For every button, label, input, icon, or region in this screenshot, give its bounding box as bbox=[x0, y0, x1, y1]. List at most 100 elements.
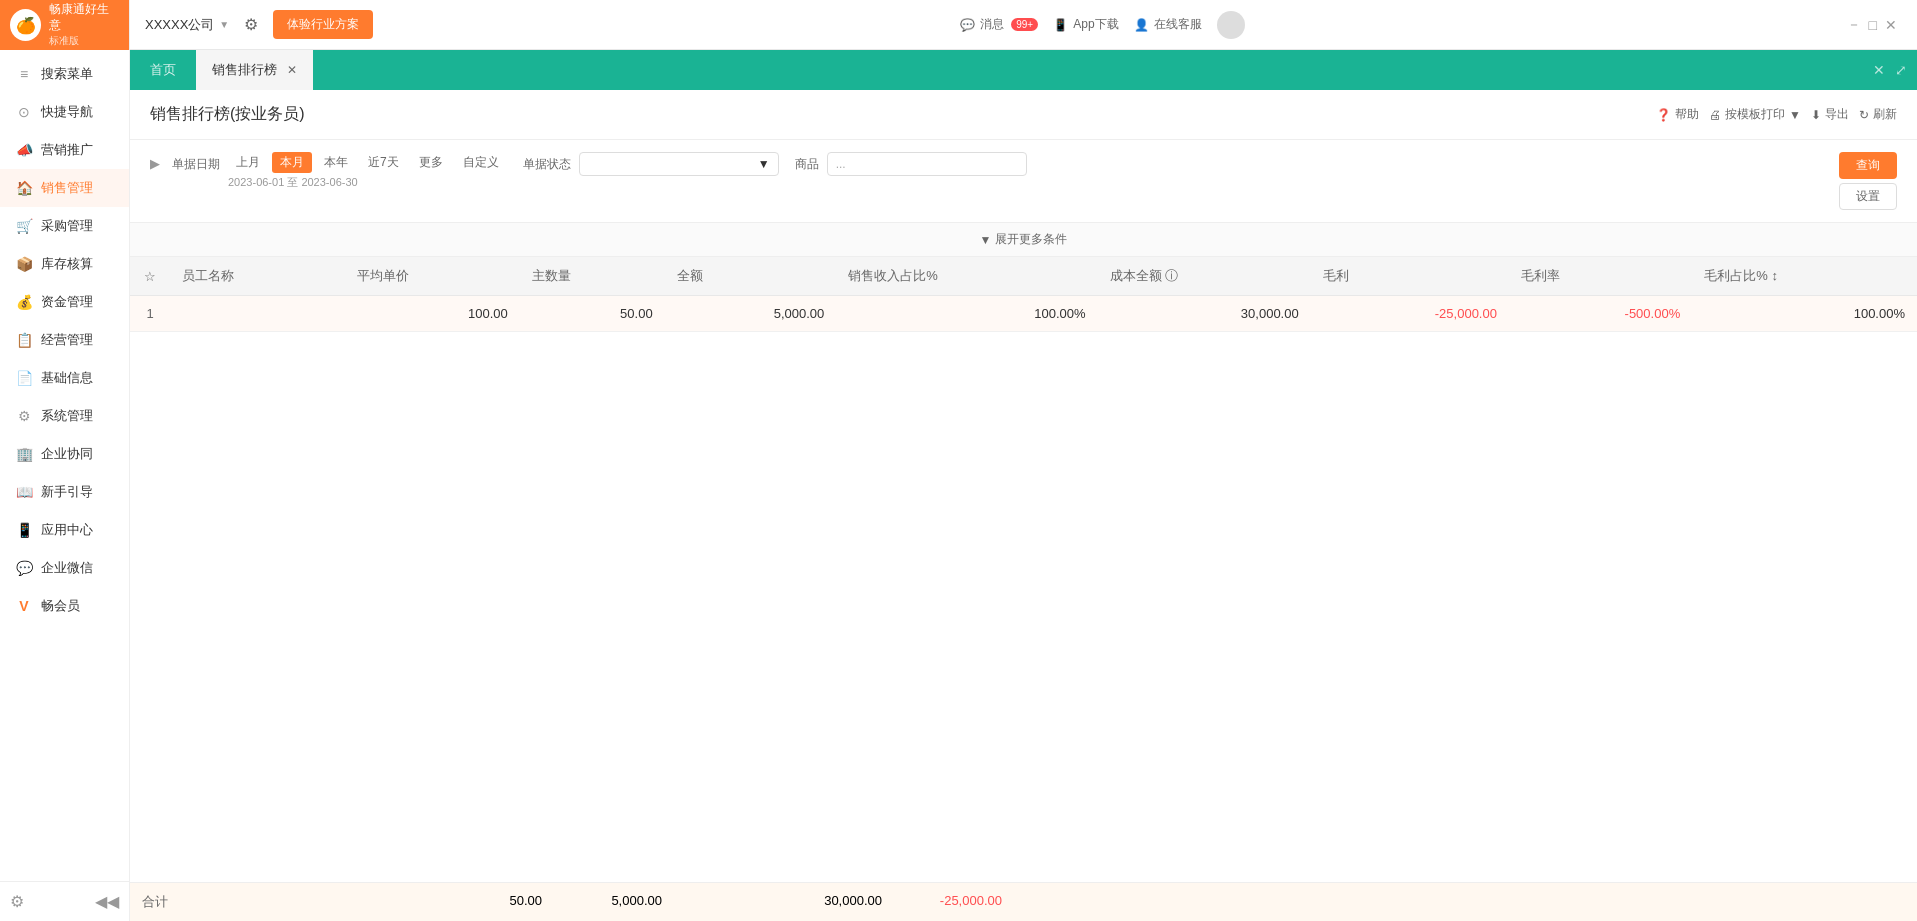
sales-icon: 🏠 bbox=[15, 180, 33, 196]
collapse-icon[interactable]: ◀◀ bbox=[95, 892, 119, 911]
sidebar-item-purchase[interactable]: 🛒 采购管理 bbox=[0, 207, 129, 245]
sidebar-label-finance: 资金管理 bbox=[41, 293, 93, 311]
tab-sales-rank[interactable]: 销售排行榜 ✕ bbox=[196, 50, 313, 90]
app-download-btn[interactable]: 📱 App下载 bbox=[1053, 16, 1118, 33]
tab-close-window-icon[interactable]: ✕ bbox=[1873, 62, 1885, 78]
sidebar-label-app-center: 应用中心 bbox=[41, 521, 93, 539]
table-row: 1 100.00 50.00 5,000.00 100.00% 30,000.0… bbox=[130, 296, 1917, 332]
maximize-icon[interactable]: □ bbox=[1869, 17, 1877, 33]
summary-avg-spacer bbox=[342, 893, 422, 911]
print-chevron-icon: ▼ bbox=[1789, 108, 1801, 122]
date-tab-this-month[interactable]: 本月 bbox=[272, 152, 312, 173]
sidebar-label-quick-nav: 快捷导航 bbox=[41, 103, 93, 121]
summary-cost-amount: 30,000.00 bbox=[782, 893, 882, 911]
app-center-icon: 📱 bbox=[15, 522, 33, 538]
tab-home[interactable]: 首页 bbox=[130, 50, 196, 90]
col-rank: ☆ bbox=[130, 257, 170, 296]
sidebar-item-member[interactable]: V 畅会员 bbox=[0, 587, 129, 625]
sidebar-item-basic-info[interactable]: 📄 基础信息 bbox=[0, 359, 129, 397]
sidebar-item-enterprise[interactable]: 🏢 企业协同 bbox=[0, 435, 129, 473]
status-select[interactable]: ▼ bbox=[579, 152, 779, 176]
date-tab-custom[interactable]: 自定义 bbox=[455, 152, 507, 173]
refresh-button[interactable]: ↻ 刷新 bbox=[1859, 106, 1897, 123]
sidebar-item-quick-nav[interactable]: ⊙ 快捷导航 bbox=[0, 93, 129, 131]
export-button[interactable]: ⬇ 导出 bbox=[1811, 106, 1849, 123]
search-menu-icon: ≡ bbox=[15, 66, 33, 82]
settings-bottom-icon[interactable]: ⚙ bbox=[10, 892, 24, 911]
cell-gross-profit: -25,000.00 bbox=[1311, 296, 1509, 332]
print-icon: 🖨 bbox=[1709, 108, 1721, 122]
date-tab-this-year[interactable]: 本年 bbox=[316, 152, 356, 173]
sidebar-label-guide: 新手引导 bbox=[41, 483, 93, 501]
service-label: 在线客服 bbox=[1154, 16, 1202, 33]
query-action-group: 查询 设置 bbox=[1839, 152, 1897, 210]
expand-chevron-icon: ▼ bbox=[980, 233, 992, 247]
sidebar-label-enterprise: 企业协同 bbox=[41, 445, 93, 463]
sidebar-item-search[interactable]: ≡ 搜索菜单 bbox=[0, 55, 129, 93]
template-print-button[interactable]: 🖨 按模板打印 ▼ bbox=[1709, 106, 1801, 123]
company-selector[interactable]: XXXXX公司 ▼ bbox=[145, 16, 229, 34]
cell-main-qty: 50.00 bbox=[520, 296, 665, 332]
status-chevron-icon: ▼ bbox=[758, 157, 770, 171]
sidebar-label-weixin: 企业微信 bbox=[41, 559, 93, 577]
topbar-gear-icon[interactable]: ⚙ bbox=[244, 15, 258, 34]
app-download-icon: 📱 bbox=[1053, 18, 1068, 32]
sidebar: 🍊 畅康通好生意 标准版 ≡ 搜索菜单 ⊙ 快捷导航 📣 营销推广 🏠 销售管理… bbox=[0, 0, 130, 921]
inventory-icon: 📦 bbox=[15, 256, 33, 272]
expand-conditions-button[interactable]: ▼ 展开更多条件 bbox=[980, 231, 1068, 248]
date-filter-label: 单据日期 bbox=[172, 156, 220, 173]
sidebar-item-marketing[interactable]: 📣 营销推广 bbox=[0, 131, 129, 169]
trial-button[interactable]: 体验行业方案 bbox=[273, 10, 373, 39]
app-download-label: App下载 bbox=[1073, 16, 1118, 33]
system-icon: ⚙ bbox=[15, 408, 33, 424]
table-header-row: ☆ 员工名称 平均单价 主数量 全额 销售收入占比% 成本全额 ⓘ 毛利 毛利率… bbox=[130, 257, 1917, 296]
summary-amount: 5,000.00 bbox=[562, 893, 662, 911]
date-tab-more[interactable]: 更多 bbox=[411, 152, 451, 173]
query-button[interactable]: 查询 bbox=[1839, 152, 1897, 179]
table-scroll[interactable]: ☆ 员工名称 平均单价 主数量 全额 销售收入占比% 成本全额 ⓘ 毛利 毛利率… bbox=[130, 257, 1917, 882]
settings-button[interactable]: 设置 bbox=[1839, 183, 1897, 210]
minimize-icon[interactable]: － bbox=[1847, 16, 1861, 34]
date-tab-last-month[interactable]: 上月 bbox=[228, 152, 268, 173]
filter-arrow-icon[interactable]: ▶ bbox=[150, 156, 160, 171]
online-service-btn[interactable]: 👤 在线客服 bbox=[1134, 16, 1202, 33]
logo-area: 🍊 畅康通好生意 标准版 bbox=[0, 0, 129, 50]
goods-input[interactable]: ... bbox=[827, 152, 1027, 176]
status-filter-label: 单据状态 bbox=[523, 156, 571, 173]
sidebar-label-system: 系统管理 bbox=[41, 407, 93, 425]
summary-name-spacer bbox=[222, 893, 322, 911]
tab-close-icon[interactable]: ✕ bbox=[287, 63, 297, 77]
service-icon: 👤 bbox=[1134, 18, 1149, 32]
table-container: ☆ 员工名称 平均单价 主数量 全额 销售收入占比% 成本全额 ⓘ 毛利 毛利率… bbox=[130, 257, 1917, 921]
tab-restore-icon[interactable]: ⤢ bbox=[1895, 62, 1907, 78]
sidebar-label-member: 畅会员 bbox=[41, 597, 80, 615]
company-chevron-icon: ▼ bbox=[219, 19, 229, 30]
sidebar-item-operations[interactable]: 📋 经营管理 bbox=[0, 321, 129, 359]
sidebar-item-finance[interactable]: 💰 资金管理 bbox=[0, 283, 129, 321]
summary-pct-spacer bbox=[682, 893, 762, 911]
tabbar: 首页 销售排行榜 ✕ ✕ ⤢ bbox=[130, 50, 1917, 90]
logo-icon: 🍊 bbox=[10, 9, 41, 41]
sidebar-item-sales[interactable]: 🏠 销售管理 bbox=[0, 169, 129, 207]
col-main-qty: 主数量 bbox=[520, 257, 665, 296]
sidebar-item-guide[interactable]: 📖 新手引导 bbox=[0, 473, 129, 511]
summary-main-qty: 50.00 bbox=[442, 893, 542, 911]
page-actions: ❓ 帮助 🖨 按模板打印 ▼ ⬇ 导出 ↻ 刷新 bbox=[1656, 106, 1897, 135]
date-tab-group: 上月 本月 本年 近7天 更多 自定义 2023-06-01 至 2023-06… bbox=[228, 152, 507, 190]
col-sales-pct: 销售收入占比% bbox=[836, 257, 1097, 296]
basic-info-icon: 📄 bbox=[15, 370, 33, 386]
sidebar-item-app-center[interactable]: 📱 应用中心 bbox=[0, 511, 129, 549]
goods-filter-label: 商品 bbox=[795, 156, 819, 173]
avatar[interactable] bbox=[1217, 11, 1245, 39]
date-tab-7days[interactable]: 近7天 bbox=[360, 152, 407, 173]
sidebar-item-inventory[interactable]: 📦 库存核算 bbox=[0, 245, 129, 283]
messages-btn[interactable]: 💬 消息 99+ bbox=[960, 16, 1038, 33]
filter-bar: ▶ 单据日期 上月 本月 本年 近7天 更多 自定义 2023-06-01 至 … bbox=[130, 140, 1917, 223]
sidebar-item-weixin[interactable]: 💬 企业微信 bbox=[0, 549, 129, 587]
close-icon[interactable]: ✕ bbox=[1885, 17, 1897, 33]
date-range-display: 2023-06-01 至 2023-06-30 bbox=[228, 175, 507, 190]
settings-col-icon[interactable]: ☆ bbox=[144, 269, 156, 284]
help-button[interactable]: ❓ 帮助 bbox=[1656, 106, 1699, 123]
sidebar-label-basic-info: 基础信息 bbox=[41, 369, 93, 387]
sidebar-item-system[interactable]: ⚙ 系统管理 bbox=[0, 397, 129, 435]
